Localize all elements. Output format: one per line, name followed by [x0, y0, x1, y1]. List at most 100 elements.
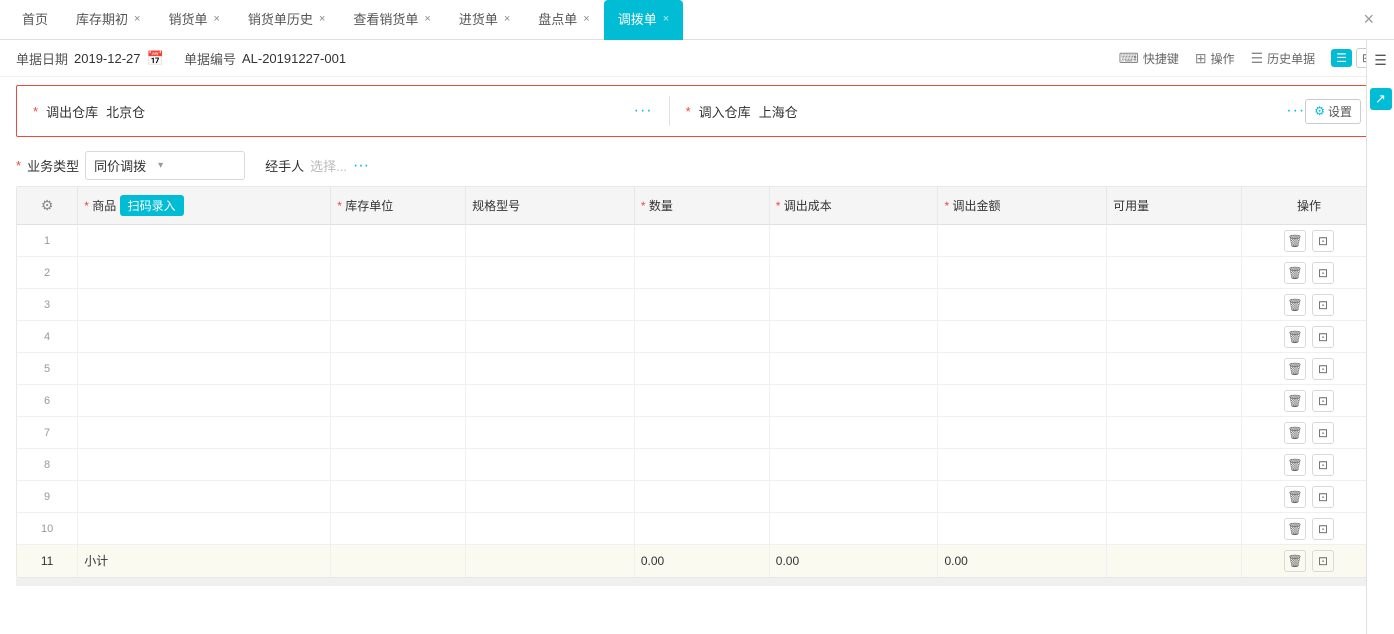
spec-cell-9[interactable]	[466, 481, 635, 513]
spec-cell-4[interactable]	[466, 321, 635, 353]
unit-cell-8[interactable]	[331, 449, 466, 481]
tab-purchase-order[interactable]: 进货单 ×	[445, 0, 524, 40]
target-warehouse-value[interactable]: 上海仓	[759, 102, 798, 121]
qty-cell-5[interactable]	[634, 353, 769, 385]
quick-keys-btn[interactable]: ⌨ 快捷键	[1119, 50, 1179, 67]
table-gear-icon[interactable]: ⚙	[41, 197, 54, 213]
delete-btn-8[interactable]: 🗑	[1284, 454, 1306, 476]
source-warehouse-value[interactable]: 北京仓	[106, 102, 145, 121]
contact-placeholder[interactable]: 选择...	[310, 156, 347, 175]
tab-view-sales[interactable]: 查看销货单 ×	[339, 0, 444, 40]
unit-cell-5[interactable]	[331, 353, 466, 385]
amount-cell-9[interactable]	[938, 481, 1107, 513]
tab-sales-order[interactable]: 销货单 ×	[154, 0, 233, 40]
unit-cell-4[interactable]	[331, 321, 466, 353]
right-panel-doc-btn[interactable]: ☰	[1369, 48, 1393, 72]
tab-sales-history-close[interactable]: ×	[319, 13, 325, 25]
cost-cell-3[interactable]	[769, 289, 938, 321]
copy-btn-8[interactable]: ⊡	[1312, 454, 1334, 476]
copy-btn-5[interactable]: ⊡	[1312, 358, 1334, 380]
qty-cell-3[interactable]	[634, 289, 769, 321]
tab-inventory-count-close[interactable]: ×	[583, 13, 589, 25]
tab-sales-history[interactable]: 销货单历史 ×	[234, 0, 339, 40]
qty-cell-4[interactable]	[634, 321, 769, 353]
delete-btn-6[interactable]: 🗑	[1284, 390, 1306, 412]
unit-cell-6[interactable]	[331, 385, 466, 417]
goods-cell-5[interactable]	[78, 353, 331, 385]
goods-cell-3[interactable]	[78, 289, 331, 321]
amount-cell-1[interactable]	[938, 225, 1107, 257]
delete-btn-4[interactable]: 🗑	[1284, 326, 1306, 348]
goods-cell-10[interactable]	[78, 513, 331, 545]
tab-inventory-init[interactable]: 库存期初 ×	[62, 0, 154, 40]
cost-cell-10[interactable]	[769, 513, 938, 545]
copy-btn-7[interactable]: ⊡	[1312, 422, 1334, 444]
delete-btn-10[interactable]: 🗑	[1284, 518, 1306, 540]
tab-view-sales-close[interactable]: ×	[424, 13, 430, 25]
delete-btn-2[interactable]: 🗑	[1284, 262, 1306, 284]
calendar-icon[interactable]: 📅	[147, 50, 164, 67]
tab-inventory-count[interactable]: 盘点单 ×	[524, 0, 603, 40]
qty-cell-7[interactable]	[634, 417, 769, 449]
qty-cell-2[interactable]	[634, 257, 769, 289]
amount-cell-10[interactable]	[938, 513, 1107, 545]
contact-more-btn[interactable]: ···	[353, 157, 369, 175]
unit-cell-9[interactable]	[331, 481, 466, 513]
goods-cell-7[interactable]	[78, 417, 331, 449]
subtotal-copy-btn[interactable]: ⊡	[1312, 550, 1334, 572]
copy-btn-2[interactable]: ⊡	[1312, 262, 1334, 284]
settings-button[interactable]: ⚙ 设置	[1305, 99, 1361, 124]
amount-cell-2[interactable]	[938, 257, 1107, 289]
spec-cell-1[interactable]	[466, 225, 635, 257]
qty-cell-1[interactable]	[634, 225, 769, 257]
goods-cell-8[interactable]	[78, 449, 331, 481]
cost-cell-5[interactable]	[769, 353, 938, 385]
window-close-button[interactable]: ×	[1351, 9, 1386, 30]
qty-cell-10[interactable]	[634, 513, 769, 545]
tab-home[interactable]: 首页	[8, 0, 62, 40]
target-warehouse-more-btn[interactable]: ···	[1286, 102, 1305, 120]
goods-cell-4[interactable]	[78, 321, 331, 353]
copy-btn-1[interactable]: ⊡	[1312, 230, 1334, 252]
subtotal-delete-btn[interactable]: 🗑	[1284, 550, 1306, 572]
goods-cell-2[interactable]	[78, 257, 331, 289]
tab-purchase-order-close[interactable]: ×	[504, 13, 510, 25]
operations-btn[interactable]: ⊞ 操作	[1195, 50, 1235, 67]
amount-cell-4[interactable]	[938, 321, 1107, 353]
goods-cell-9[interactable]	[78, 481, 331, 513]
copy-btn-9[interactable]: ⊡	[1312, 486, 1334, 508]
tab-inventory-init-close[interactable]: ×	[134, 13, 140, 25]
amount-cell-6[interactable]	[938, 385, 1107, 417]
delete-btn-1[interactable]: 🗑	[1284, 230, 1306, 252]
unit-cell-1[interactable]	[331, 225, 466, 257]
spec-cell-5[interactable]	[466, 353, 635, 385]
amount-cell-3[interactable]	[938, 289, 1107, 321]
unit-cell-3[interactable]	[331, 289, 466, 321]
delete-btn-7[interactable]: 🗑	[1284, 422, 1306, 444]
copy-btn-3[interactable]: ⊡	[1312, 294, 1334, 316]
delete-btn-9[interactable]: 🗑	[1284, 486, 1306, 508]
scan-input-btn[interactable]: 扫码录入	[120, 195, 184, 216]
amount-cell-7[interactable]	[938, 417, 1107, 449]
spec-cell-10[interactable]	[466, 513, 635, 545]
delete-btn-3[interactable]: 🗑	[1284, 294, 1306, 316]
qty-cell-9[interactable]	[634, 481, 769, 513]
spec-cell-2[interactable]	[466, 257, 635, 289]
tab-transfer-order[interactable]: 调拨单 ×	[604, 0, 683, 40]
copy-btn-4[interactable]: ⊡	[1312, 326, 1334, 348]
delete-btn-5[interactable]: 🗑	[1284, 358, 1306, 380]
amount-cell-8[interactable]	[938, 449, 1107, 481]
unit-cell-2[interactable]	[331, 257, 466, 289]
unit-cell-7[interactable]	[331, 417, 466, 449]
qty-cell-8[interactable]	[634, 449, 769, 481]
horizontal-scrollbar[interactable]	[16, 578, 1378, 586]
business-type-select[interactable]: 同价调拨 ▾	[85, 151, 245, 180]
cost-cell-2[interactable]	[769, 257, 938, 289]
tab-transfer-order-close[interactable]: ×	[663, 13, 669, 25]
cost-cell-9[interactable]	[769, 481, 938, 513]
qty-cell-6[interactable]	[634, 385, 769, 417]
goods-cell-6[interactable]	[78, 385, 331, 417]
copy-btn-6[interactable]: ⊡	[1312, 390, 1334, 412]
cost-cell-7[interactable]	[769, 417, 938, 449]
tab-sales-order-close[interactable]: ×	[213, 13, 219, 25]
